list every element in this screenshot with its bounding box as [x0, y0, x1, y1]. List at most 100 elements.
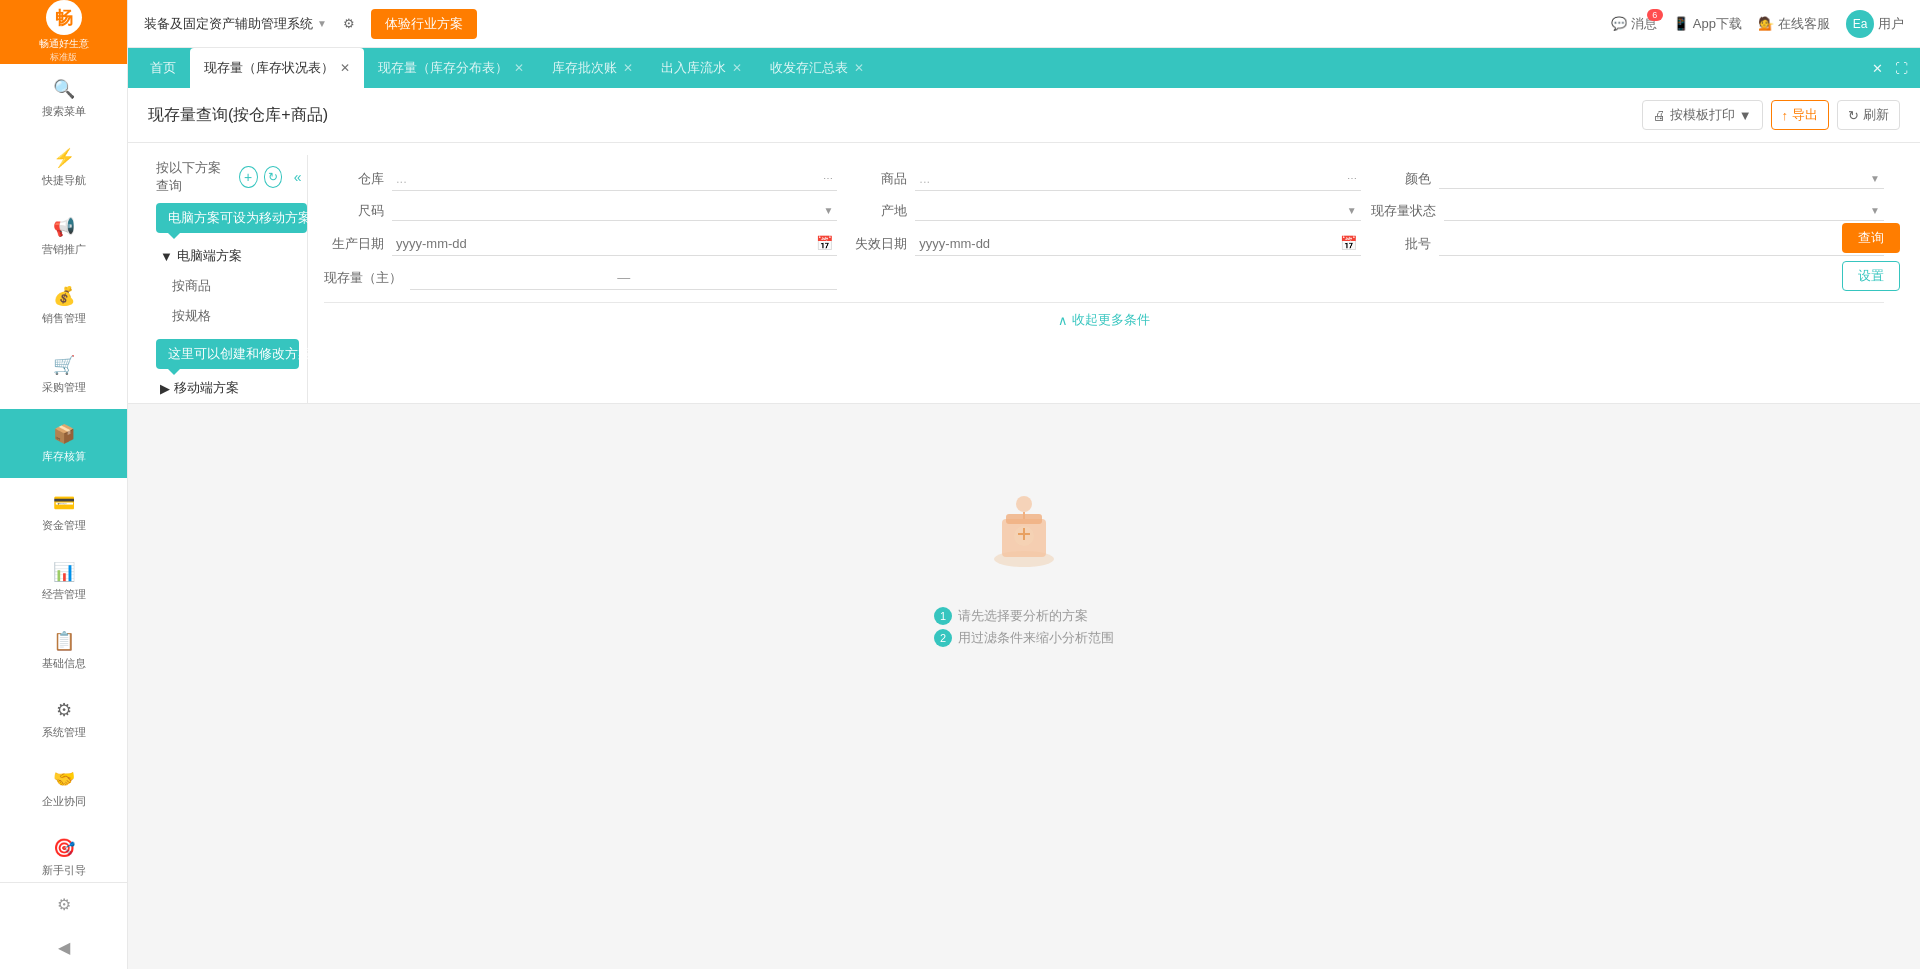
tab-inventory-dist-close[interactable]: ✕	[514, 61, 524, 75]
scheme-item-goods[interactable]: 按商品	[148, 271, 307, 301]
svg-point-6	[1016, 496, 1032, 512]
user-label: 用户	[1878, 15, 1904, 33]
filter-fields: 仓库 ... ⋯ 商品 ... ⋯	[308, 155, 1900, 403]
export-btn[interactable]: ↑ 导出	[1771, 100, 1830, 130]
print-dropdown-arrow: ▼	[1739, 108, 1752, 123]
filter-controls: 按以下方案查询 + ↻ «	[148, 159, 307, 195]
color-arrow: ▼	[1870, 173, 1880, 184]
collapse-icon: ∧	[1058, 313, 1068, 328]
sidebar-item-quick-nav[interactable]: ⚡ 快捷导航	[0, 133, 127, 202]
production-date-calendar-icon[interactable]: 📅	[816, 235, 833, 251]
color-select[interactable]: ▼	[1439, 169, 1884, 189]
expiry-date-field[interactable]	[919, 236, 1335, 251]
topbar-gear-btn[interactable]: ⚙	[335, 10, 363, 38]
sidebar-item-label: 基础信息	[42, 656, 86, 671]
sidebar-item-label: 库存核算	[42, 449, 86, 464]
filter-color: 颜色 ▼	[1371, 167, 1884, 191]
tab-in-out-flow-label: 出入库流水	[661, 59, 726, 77]
mobile-scheme-title[interactable]: ▶ 移动端方案	[148, 373, 307, 403]
refresh-btn[interactable]: ↻ 刷新	[1837, 100, 1900, 130]
stock-main-label: 现存量（主）	[324, 269, 402, 287]
tab-expand-btn[interactable]: ⛶	[1891, 57, 1912, 80]
sidebar-item-enterprise[interactable]: 🤝 企业协同	[0, 754, 127, 823]
scheme-item-spec[interactable]: 按规格	[148, 301, 307, 331]
phone-icon: 📱	[1673, 16, 1689, 31]
notification-btn[interactable]: 💬 消息 6	[1611, 15, 1657, 33]
tab-batch-ledger-close[interactable]: ✕	[623, 61, 633, 75]
create-tooltip: 这里可以创建和修改方案哦 ✕	[156, 339, 299, 369]
industry-solution-btn[interactable]: 体验行业方案	[371, 9, 477, 39]
sidebar-item-purchase[interactable]: 🛒 采购管理	[0, 340, 127, 409]
sidebar-item-label: 企业协同	[42, 794, 86, 809]
settings-icon: ⚙	[57, 895, 71, 914]
production-date-field[interactable]	[396, 236, 812, 251]
tab-inventory-status[interactable]: 现存量（库存状况表） ✕	[190, 48, 364, 88]
user-menu[interactable]: Ea 用户	[1846, 10, 1904, 38]
service-icon: 💁	[1758, 16, 1774, 31]
sidebar-item-operation[interactable]: 📊 经营管理	[0, 547, 127, 616]
stock-status-label: 现存量状态	[1371, 202, 1436, 220]
search-menu-icon: 🔍	[53, 78, 75, 100]
tab-in-out-flow[interactable]: 出入库流水 ✕	[647, 48, 756, 88]
app-name: 畅通好生意	[39, 37, 89, 51]
expiry-date-calendar-icon[interactable]: 📅	[1340, 235, 1357, 251]
system-selector[interactable]: 装备及固定资产辅助管理系统 ▼	[144, 15, 327, 33]
sidebar-item-basic-info[interactable]: 📋 基础信息	[0, 616, 127, 685]
warehouse-select[interactable]: ... ⋯	[392, 167, 837, 191]
sidebar-item-inventory[interactable]: 📦 库存核算	[0, 409, 127, 478]
stock-main-min-input[interactable]	[410, 266, 613, 289]
tab-batch-ledger[interactable]: 库存批次账 ✕	[538, 48, 647, 88]
mobile-scheme-label: 移动端方案	[174, 379, 239, 397]
sidebar-item-newbie[interactable]: 🎯 新手引导	[0, 823, 127, 882]
goods-select[interactable]: ... ⋯	[915, 167, 1360, 191]
inventory-icon: 📦	[53, 423, 75, 445]
export-icon: ↑	[1782, 108, 1789, 123]
stock-main-dash: —	[617, 270, 630, 285]
size-select[interactable]: ▼	[392, 201, 837, 221]
add-scheme-btn[interactable]: +	[239, 166, 258, 188]
tab-receive-send[interactable]: 收发存汇总表 ✕	[756, 48, 878, 88]
batch-no-input[interactable]	[1439, 232, 1884, 256]
goods-label: 商品	[847, 170, 907, 188]
sidebar-item-system[interactable]: ⚙ 系统管理	[0, 685, 127, 754]
tab-close-all-btn[interactable]: ✕	[1868, 57, 1887, 80]
tab-in-out-flow-close[interactable]: ✕	[732, 61, 742, 75]
desktop-scheme-label: 电脑端方案	[177, 247, 242, 265]
search-btn[interactable]: 查询	[1842, 223, 1900, 253]
collapse-btn[interactable]: ∧ 收起更多条件	[1058, 311, 1150, 329]
refresh-label: 刷新	[1863, 106, 1889, 124]
tab-receive-send-close[interactable]: ✕	[854, 61, 864, 75]
tab-home[interactable]: 首页	[136, 48, 190, 88]
sidebar-item-sales[interactable]: 💰 销售管理	[0, 271, 127, 340]
tab-batch-ledger-label: 库存批次账	[552, 59, 617, 77]
create-tooltip-close[interactable]: ✕	[330, 347, 341, 362]
filter-label: 按以下方案查询	[156, 159, 233, 195]
setting-btn[interactable]: 设置	[1842, 261, 1900, 291]
sidebar-item-search-menu[interactable]: 🔍 搜索菜单	[0, 64, 127, 133]
print-btn[interactable]: 🖨 按模板打印 ▼	[1642, 100, 1763, 130]
tab-inventory-status-close[interactable]: ✕	[340, 61, 350, 75]
production-date-input[interactable]: 📅	[392, 231, 837, 256]
sidebar-item-label: 销售管理	[42, 311, 86, 326]
sidebar-item-label: 经营管理	[42, 587, 86, 602]
stock-status-select[interactable]: ▼	[1444, 201, 1884, 221]
back-scheme-btn[interactable]: «	[288, 166, 307, 188]
refresh-scheme-btn[interactable]: ↻	[264, 166, 283, 188]
logo-icon: 畅	[46, 0, 82, 35]
sidebar-settings-btn[interactable]: ⚙	[0, 883, 127, 926]
collapse-row: ∧ 收起更多条件	[324, 302, 1884, 337]
collapse-label: 收起更多条件	[1072, 311, 1150, 329]
scheme-tooltip-close[interactable]: ✕	[330, 211, 341, 226]
origin-select[interactable]: ▼	[915, 201, 1360, 221]
color-label: 颜色	[1371, 170, 1431, 188]
sidebar-item-marketing[interactable]: 📢 营销推广	[0, 202, 127, 271]
notification-icon: 💬	[1611, 16, 1627, 31]
stock-main-max-input[interactable]	[634, 266, 837, 289]
desktop-scheme-title[interactable]: ▼ 电脑端方案	[148, 241, 307, 271]
tab-inventory-dist[interactable]: 现存量（库存分布表） ✕	[364, 48, 538, 88]
app-download-btn[interactable]: 📱 App下载	[1673, 15, 1742, 33]
sidebar-collapse-btn[interactable]: ◀	[0, 926, 127, 969]
online-service-btn[interactable]: 💁 在线客服	[1758, 15, 1830, 33]
sidebar-item-finance[interactable]: 💳 资金管理	[0, 478, 127, 547]
expiry-date-input[interactable]: 📅	[915, 231, 1360, 256]
